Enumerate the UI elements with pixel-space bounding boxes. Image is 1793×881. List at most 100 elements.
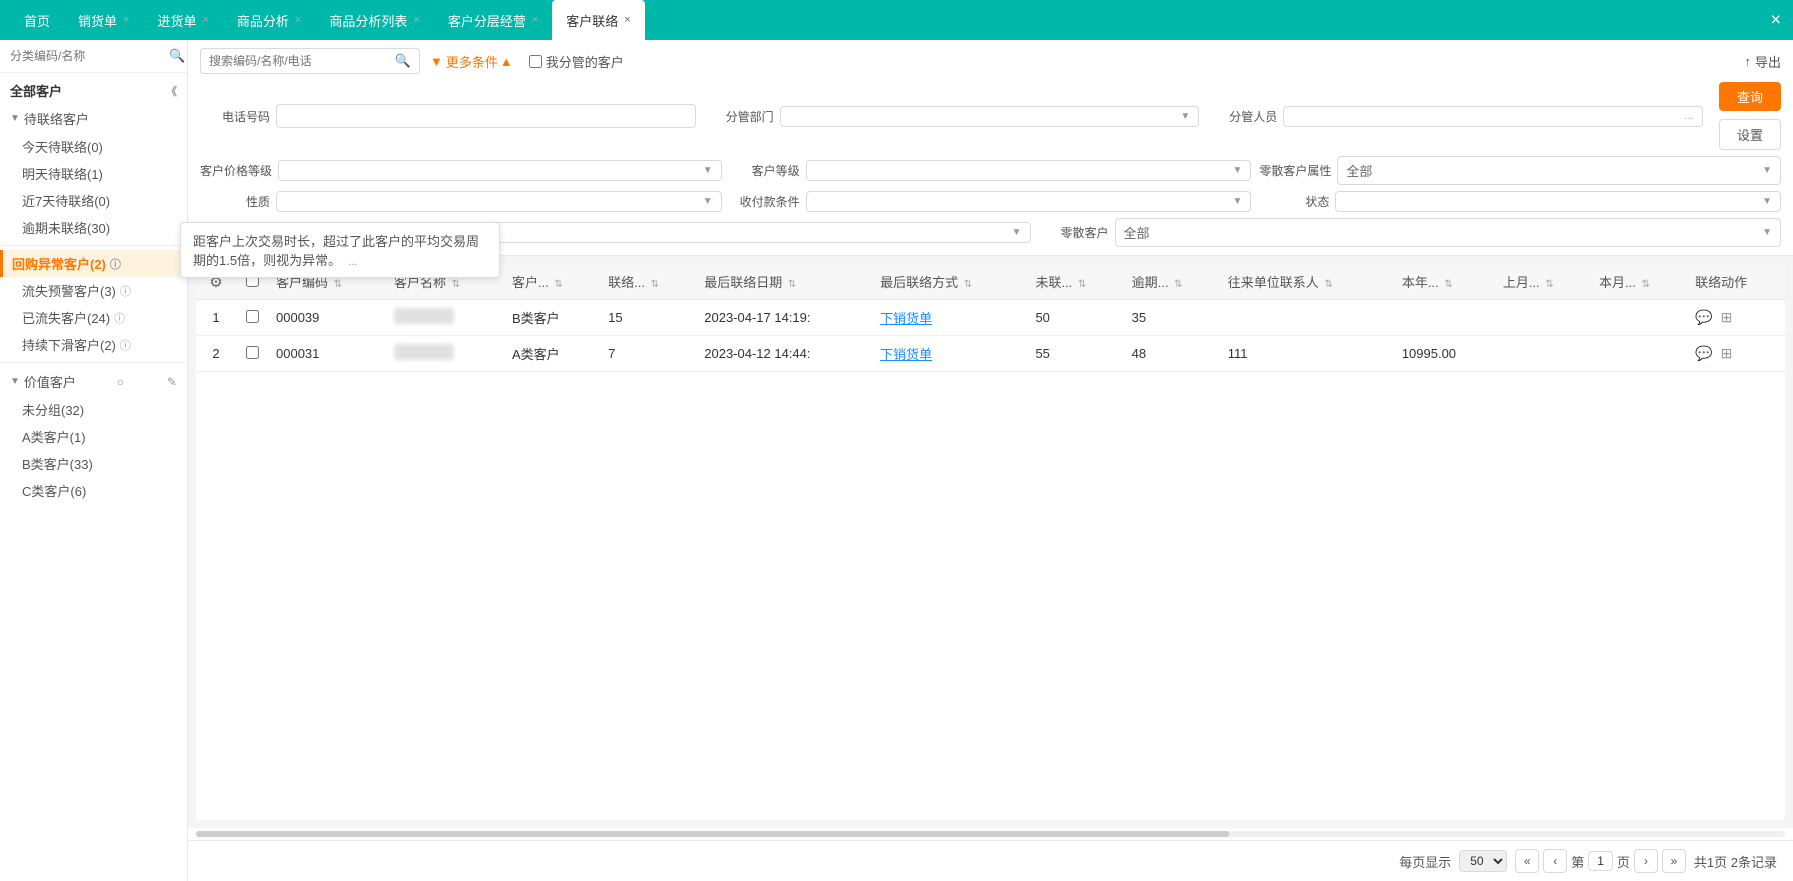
filter-select-status[interactable]: ▼: [1335, 191, 1781, 212]
sidebar-search-input[interactable]: [10, 49, 165, 63]
price-level-arrow-icon: ▼: [703, 165, 713, 176]
th-last-way-sort-icon[interactable]: ⇅: [964, 279, 972, 290]
filter-select-price-level[interactable]: ▼: [278, 160, 722, 181]
my-customers-checkbox[interactable]: [529, 55, 542, 68]
td-level-2: A类客户: [504, 336, 600, 372]
page-size-select[interactable]: 50: [1459, 850, 1507, 872]
th-action-label: 联络动作: [1695, 275, 1747, 290]
th-contact-person: 往来单位联系人 ⇅: [1220, 264, 1394, 300]
tab-home[interactable]: 首页: [10, 0, 64, 40]
action-chat-icon-1[interactable]: 💬: [1695, 309, 1712, 326]
value-group-edit-icon[interactable]: ✎: [167, 375, 177, 389]
td-num-2: 2: [196, 336, 236, 372]
th-code-sort-icon[interactable]: ⇅: [334, 279, 342, 290]
tab-product-analysis[interactable]: 商品分析 ×: [223, 0, 315, 40]
td-last-date-2: 2023-04-12 14:44:: [696, 336, 872, 372]
tab-customer-layer[interactable]: 客户分层经营 ×: [434, 0, 552, 40]
sidebar-group-pending[interactable]: ▼ 待联络客户: [0, 104, 187, 133]
th-last-date-sort-icon[interactable]: ⇅: [788, 279, 796, 290]
filter-select-retail-customer[interactable]: 全部 ▼: [1115, 218, 1782, 247]
tab-sales-close[interactable]: ×: [123, 14, 129, 26]
sidebar-collapse-icon[interactable]: 《: [166, 83, 177, 99]
customer-name-blurred-1: [394, 308, 454, 324]
sidebar-item-overdue[interactable]: 逾期未联络(30): [0, 214, 187, 241]
th-level-sort-icon[interactable]: ⇅: [554, 279, 562, 290]
filter-select-dept[interactable]: ▼: [780, 106, 1200, 127]
th-this-year-label: 本年...: [1402, 275, 1439, 290]
horizontal-scrollbar[interactable]: [188, 828, 1793, 840]
sidebar-divider-2: [0, 362, 187, 363]
sidebar-item-tomorrow[interactable]: 明天待联络(1): [0, 160, 187, 187]
tab-product-analysis-label: 商品分析: [237, 11, 289, 30]
th-overdue-sort-icon[interactable]: ⇅: [1174, 279, 1182, 290]
page-num[interactable]: 1: [1588, 851, 1613, 871]
action-grid-icon-2[interactable]: ⊞: [1721, 345, 1733, 362]
th-this-month-sort-icon[interactable]: ⇅: [1641, 279, 1649, 290]
page-first-btn[interactable]: «: [1515, 849, 1539, 873]
tab-purchase[interactable]: 进货单 ×: [143, 0, 222, 40]
action-icons-2: 💬 ⊞: [1695, 345, 1777, 362]
tab-sales[interactable]: 销货单 ×: [64, 0, 143, 40]
last-way-link-2[interactable]: 下销货单: [880, 347, 932, 362]
th-this-year-sort-icon[interactable]: ⇅: [1444, 279, 1452, 290]
tab-product-list[interactable]: 商品分析列表 ×: [315, 0, 433, 40]
tab-purchase-close[interactable]: ×: [202, 14, 208, 26]
page-prev-btn[interactable]: ‹: [1543, 849, 1567, 873]
tab-product-list-label: 商品分析列表: [329, 11, 407, 30]
th-overdue-label: 逾期...: [1132, 275, 1169, 290]
page-last-btn[interactable]: »: [1662, 849, 1686, 873]
export-btn[interactable]: ↑ 导出: [1744, 52, 1781, 71]
sidebar-item-churn-warning[interactable]: 流失预警客户(3) ⓘ: [0, 277, 187, 304]
action-chat-icon-2[interactable]: 💬: [1695, 345, 1712, 362]
page-next-btn[interactable]: ›: [1634, 849, 1658, 873]
search-main-icon[interactable]: 🔍: [395, 53, 411, 69]
sidebar-item-a-class[interactable]: A类客户(1): [0, 423, 187, 450]
sidebar-item-today[interactable]: 今天待联络(0): [0, 133, 187, 160]
filter-input-phone[interactable]: [276, 104, 696, 128]
td-last-date-1: 2023-04-17 14:19:: [696, 300, 872, 336]
close-window-icon[interactable]: ×: [1770, 10, 1781, 31]
last-way-link-1[interactable]: 下销货单: [880, 311, 932, 326]
td-level-1: B类客户: [504, 300, 600, 336]
sidebar-item-abnormal[interactable]: 回购异常客户(2) ⓘ: [0, 250, 187, 277]
scrollbar-thumb[interactable]: [196, 831, 1229, 837]
action-grid-icon-1[interactable]: ⊞: [1721, 309, 1733, 326]
td-this-month-1: [1591, 300, 1687, 336]
customer-name-blurred-2: [394, 344, 454, 360]
filter-cell-retail-attr: 零散客户属性 全部 ▼: [1259, 156, 1781, 185]
sidebar-item-7days[interactable]: 近7天待联络(0): [0, 187, 187, 214]
sidebar-item-declining[interactable]: 持续下滑客户(2) ⓘ: [0, 331, 187, 358]
tab-product-analysis-close[interactable]: ×: [295, 14, 301, 26]
th-contact-sort-icon[interactable]: ⇅: [651, 279, 659, 290]
sidebar-item-ungroup[interactable]: 未分组(32): [0, 396, 187, 423]
filter-select-person[interactable]: …: [1283, 106, 1703, 127]
tab-customer-layer-label: 客户分层经营: [448, 11, 526, 30]
tab-customer-contact-close[interactable]: ×: [624, 14, 630, 26]
row-checkbox-2[interactable]: [246, 346, 259, 359]
filter-select-retail-attr[interactable]: 全部 ▼: [1337, 156, 1781, 185]
th-contact-person-sort-icon[interactable]: ⇅: [1324, 279, 1332, 290]
tab-customer-contact-label: 客户联络: [566, 11, 618, 30]
td-action-1: 💬 ⊞: [1687, 300, 1785, 336]
sidebar-item-c-class[interactable]: C类客户(6): [0, 477, 187, 504]
tab-customer-layer-close[interactable]: ×: [532, 14, 538, 26]
settings-button[interactable]: 设置: [1719, 119, 1781, 150]
tab-product-list-close[interactable]: ×: [413, 14, 419, 26]
row-checkbox-1[interactable]: [246, 310, 259, 323]
td-unpaid-1: 50: [1027, 300, 1123, 336]
more-conditions-btn[interactable]: ▼ 更多条件 ▲: [430, 52, 513, 71]
query-button[interactable]: 查询: [1719, 82, 1781, 111]
sidebar-search-icon[interactable]: 🔍: [169, 48, 185, 64]
filter-select-customer-level[interactable]: ▼: [806, 160, 1252, 181]
th-name-sort-icon[interactable]: ⇅: [452, 279, 460, 290]
th-last-month-sort-icon[interactable]: ⇅: [1545, 279, 1553, 290]
td-contact-2: 7: [600, 336, 696, 372]
th-unpaid-sort-icon[interactable]: ⇅: [1078, 279, 1086, 290]
search-input[interactable]: [209, 54, 395, 68]
sidebar-item-churned[interactable]: 已流失客户(24) ⓘ: [0, 304, 187, 331]
sidebar-group-value[interactable]: ▼ 价值客户 ○ ✎: [0, 367, 187, 396]
filter-select-nature[interactable]: ▼: [276, 191, 722, 212]
tab-customer-contact[interactable]: 客户联络 ×: [552, 0, 644, 40]
sidebar-item-b-class[interactable]: B类客户(33): [0, 450, 187, 477]
filter-select-payment[interactable]: ▼: [806, 191, 1252, 212]
